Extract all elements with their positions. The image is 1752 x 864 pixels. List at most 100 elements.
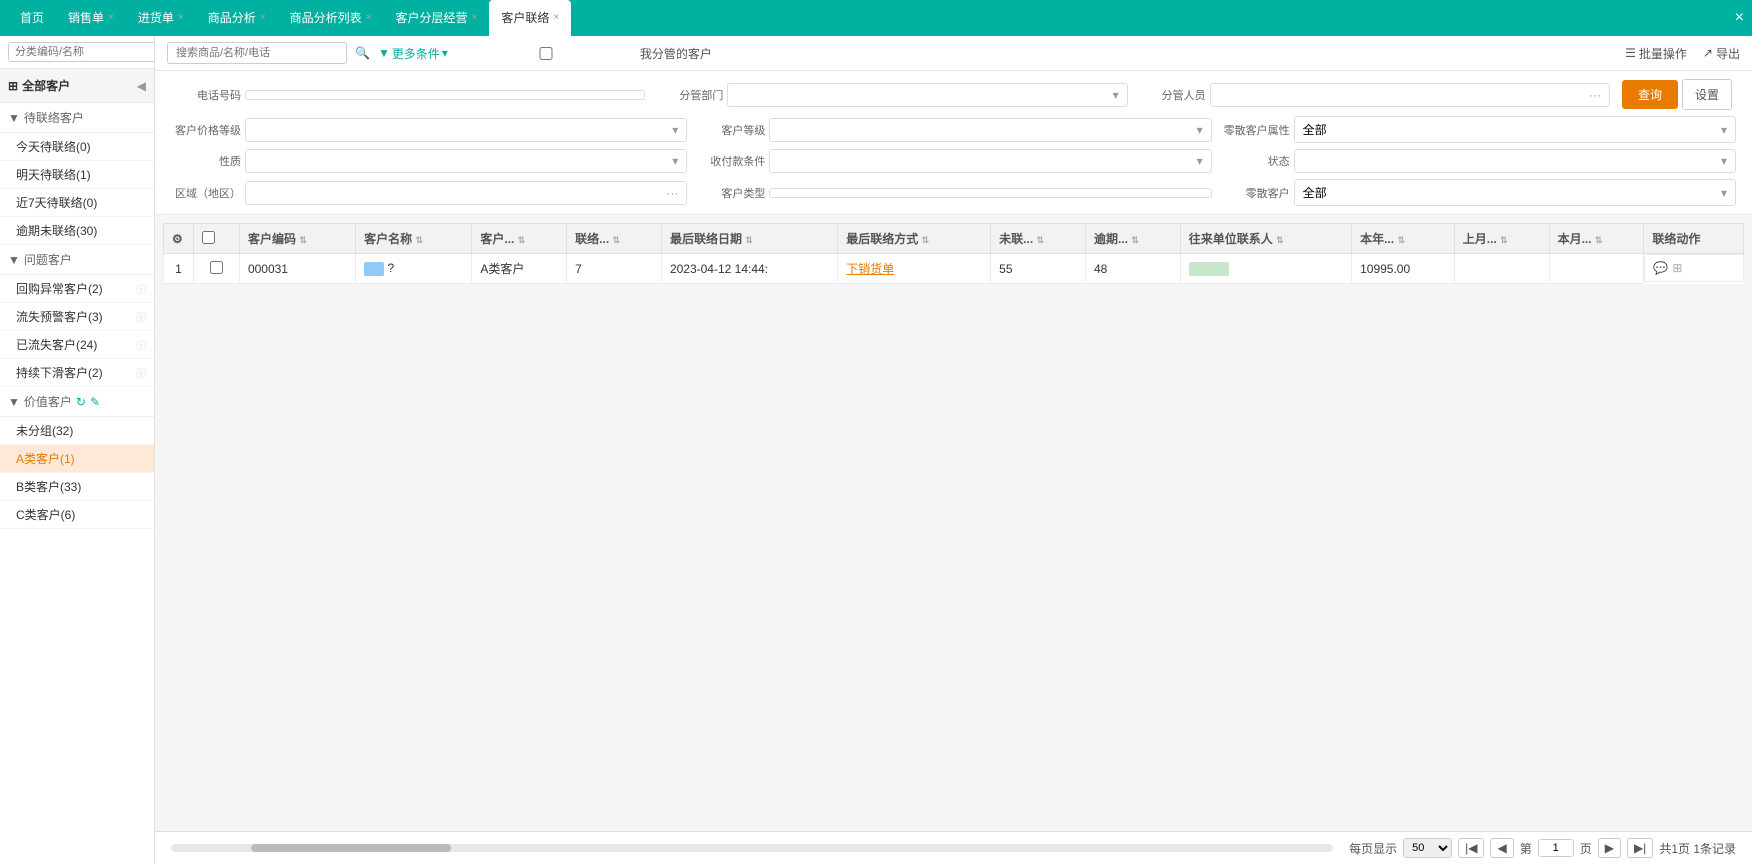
col-contact-person[interactable]: 往来单位联系人 ⇅ bbox=[1180, 224, 1351, 254]
col-checkbox[interactable] bbox=[194, 224, 240, 254]
sidebar-item-class-b[interactable]: B类客户(33) bbox=[0, 473, 154, 501]
cell-checkbox[interactable] bbox=[194, 254, 240, 284]
col-last-date[interactable]: 最后联络日期 ⇅ bbox=[661, 224, 837, 254]
price-level-select[interactable]: ▾ bbox=[245, 118, 687, 142]
query-button[interactable]: 查询 bbox=[1622, 80, 1678, 109]
sidebar-item-ungrouped[interactable]: 未分组(32) bbox=[0, 417, 154, 445]
col-last-method[interactable]: 最后联络方式 ⇅ bbox=[838, 224, 991, 254]
col-code[interactable]: 客户编码 ⇅ bbox=[239, 224, 355, 254]
tab-label-customer-contact: 客户联络 bbox=[501, 0, 549, 36]
sidebar-all-customers-label: ⊞ 全部客户 bbox=[8, 77, 70, 94]
sidebar-item-declining[interactable]: 持续下滑客户(2) ⓘ bbox=[0, 359, 154, 387]
sidebar-item-repurchase-abnormal[interactable]: 回购异常客户(2) ⓘ bbox=[0, 275, 154, 303]
col-this-month[interactable]: 本月... ⇅ bbox=[1549, 224, 1644, 254]
sidebar-item-7days[interactable]: 近7天待联络(0) bbox=[0, 189, 154, 217]
col-gear[interactable]: ⚙ bbox=[164, 224, 194, 254]
col-action[interactable]: 联络动作 bbox=[1644, 224, 1744, 254]
col-overdue[interactable]: 逾期... ⇅ bbox=[1085, 224, 1180, 254]
sidebar-item-class-c[interactable]: C类客户(6) bbox=[0, 501, 154, 529]
tab-label-purchase: 进货单 bbox=[138, 0, 174, 36]
search-button[interactable]: 🔍 bbox=[355, 46, 370, 60]
col-level[interactable]: 客户... ⇅ bbox=[472, 224, 567, 254]
close-customer-mgmt-tab[interactable]: × bbox=[471, 0, 477, 36]
sidebar-item-today[interactable]: 今天待联络(0) bbox=[0, 133, 154, 161]
nav-tab-customer-mgmt[interactable]: 客户分层经营 × bbox=[383, 0, 489, 36]
col-name[interactable]: 客户名称 ⇅ bbox=[356, 224, 472, 254]
batch-op-button[interactable]: ☰ 批量操作 bbox=[1625, 45, 1687, 62]
customer-level-select[interactable]: ▾ bbox=[769, 118, 1211, 142]
per-page-select[interactable]: 50 100 bbox=[1403, 838, 1452, 858]
section-pending-contact[interactable]: ▼ 待联络客户 bbox=[0, 103, 154, 133]
edit-icon[interactable]: ✎ bbox=[90, 395, 100, 409]
nav-tab-customer-contact[interactable]: 客户联络 × bbox=[489, 0, 571, 36]
customer-level-arrow: ▾ bbox=[1197, 123, 1203, 137]
cell-this-year: 10995.00 bbox=[1352, 254, 1455, 284]
name-text: ? bbox=[388, 261, 395, 275]
cell-last-month bbox=[1454, 254, 1549, 284]
action-chat-icon[interactable]: 💬 bbox=[1653, 261, 1668, 275]
col-unlink-days[interactable]: 未联... ⇅ bbox=[991, 224, 1086, 254]
more-filter-button[interactable]: ▼ 更多条件 ▾ bbox=[378, 45, 448, 62]
sidebar-search-input[interactable] bbox=[8, 42, 155, 62]
status-arrow: ▾ bbox=[1721, 154, 1727, 168]
setting-button[interactable]: 设置 bbox=[1682, 79, 1732, 110]
col-last-month[interactable]: 上月... ⇅ bbox=[1454, 224, 1549, 254]
first-page-button[interactable]: |◀ bbox=[1458, 838, 1484, 858]
nature-arrow: ▾ bbox=[672, 154, 678, 168]
sidebar-item-loss-warning[interactable]: 流失预警客户(3) ⓘ bbox=[0, 303, 154, 331]
row-checkbox[interactable] bbox=[210, 261, 223, 274]
grid-icon: ⊞ bbox=[8, 79, 18, 93]
col-contact-count[interactable]: 联络... ⇅ bbox=[567, 224, 662, 254]
select-all-checkbox[interactable] bbox=[202, 231, 215, 244]
retail-select[interactable]: 全部 ▾ bbox=[1294, 179, 1736, 206]
cell-action[interactable]: 💬 ⊞ bbox=[1644, 254, 1743, 282]
close-analysis-list-tab[interactable]: × bbox=[366, 0, 372, 36]
retail-prop-select[interactable]: 全部 ▾ bbox=[1294, 116, 1736, 143]
phone-input[interactable] bbox=[245, 90, 645, 100]
close-purchase-tab[interactable]: × bbox=[178, 0, 184, 36]
section-value-customers[interactable]: ▼ 价值客户 ↻ ✎ bbox=[0, 387, 154, 417]
sidebar-item-class-a[interactable]: A类客户(1) bbox=[0, 445, 154, 473]
section-value-label: 价值客户 bbox=[24, 393, 72, 410]
scrollbar-thumb[interactable] bbox=[251, 844, 451, 852]
region-input[interactable]: ··· bbox=[245, 181, 687, 205]
customer-type-field: 客户类型 bbox=[695, 185, 1211, 201]
sidebar-collapse-icon[interactable]: ◀ bbox=[137, 79, 146, 93]
last-page-button[interactable]: ▶| bbox=[1627, 838, 1653, 858]
cell-last-method[interactable]: 下销货单 bbox=[838, 254, 991, 284]
window-close-button[interactable]: × bbox=[1735, 9, 1744, 27]
sidebar-item-lost[interactable]: 已流失客户(24) ⓘ bbox=[0, 331, 154, 359]
my-customers-checkbox[interactable] bbox=[456, 47, 636, 60]
search-input[interactable] bbox=[167, 42, 347, 64]
price-level-label: 客户价格等级 bbox=[171, 122, 241, 138]
next-page-button[interactable]: ▶ bbox=[1598, 838, 1621, 858]
payment-select[interactable]: ▾ bbox=[769, 149, 1211, 173]
nav-tab-analysis[interactable]: 商品分析 × bbox=[196, 0, 278, 36]
nav-tab-sales[interactable]: 销售单 × bbox=[56, 0, 126, 36]
close-customer-contact-tab[interactable]: × bbox=[553, 0, 559, 36]
sidebar-item-tomorrow[interactable]: 明天待联络(1) bbox=[0, 161, 154, 189]
nav-home[interactable]: 首页 bbox=[8, 0, 56, 36]
prev-page-button[interactable]: ◀ bbox=[1490, 838, 1513, 858]
close-sales-tab[interactable]: × bbox=[108, 0, 114, 36]
customer-type-input[interactable] bbox=[769, 188, 1211, 198]
nature-select[interactable]: ▾ bbox=[245, 149, 687, 173]
person-label: 分管人员 bbox=[1136, 87, 1206, 103]
sidebar-all-customers-header[interactable]: ⊞ 全部客户 ◀ bbox=[0, 69, 154, 103]
export-button[interactable]: ↗ 导出 bbox=[1703, 45, 1740, 62]
item-label: A类客户(1) bbox=[16, 450, 75, 467]
dept-select[interactable]: ▾ bbox=[727, 83, 1127, 107]
nav-tab-analysis-list[interactable]: 商品分析列表 × bbox=[278, 0, 384, 36]
sidebar-item-overdue[interactable]: 逾期未联络(30) bbox=[0, 217, 154, 245]
section-problem-customers[interactable]: ▼ 问题客户 bbox=[0, 245, 154, 275]
action-grid-icon[interactable]: ⊞ bbox=[1672, 261, 1682, 275]
status-select[interactable]: ▾ bbox=[1294, 149, 1736, 173]
person-input[interactable]: ··· bbox=[1210, 83, 1610, 107]
last-method-link[interactable]: 下销货单 bbox=[846, 262, 894, 276]
page-input[interactable] bbox=[1538, 839, 1574, 857]
cell-code: 000031 bbox=[239, 254, 355, 284]
nav-tab-purchase[interactable]: 进货单 × bbox=[126, 0, 196, 36]
col-this-year[interactable]: 本年... ⇅ bbox=[1352, 224, 1455, 254]
refresh-icon[interactable]: ↻ bbox=[76, 395, 86, 409]
close-analysis-tab[interactable]: × bbox=[260, 0, 266, 36]
